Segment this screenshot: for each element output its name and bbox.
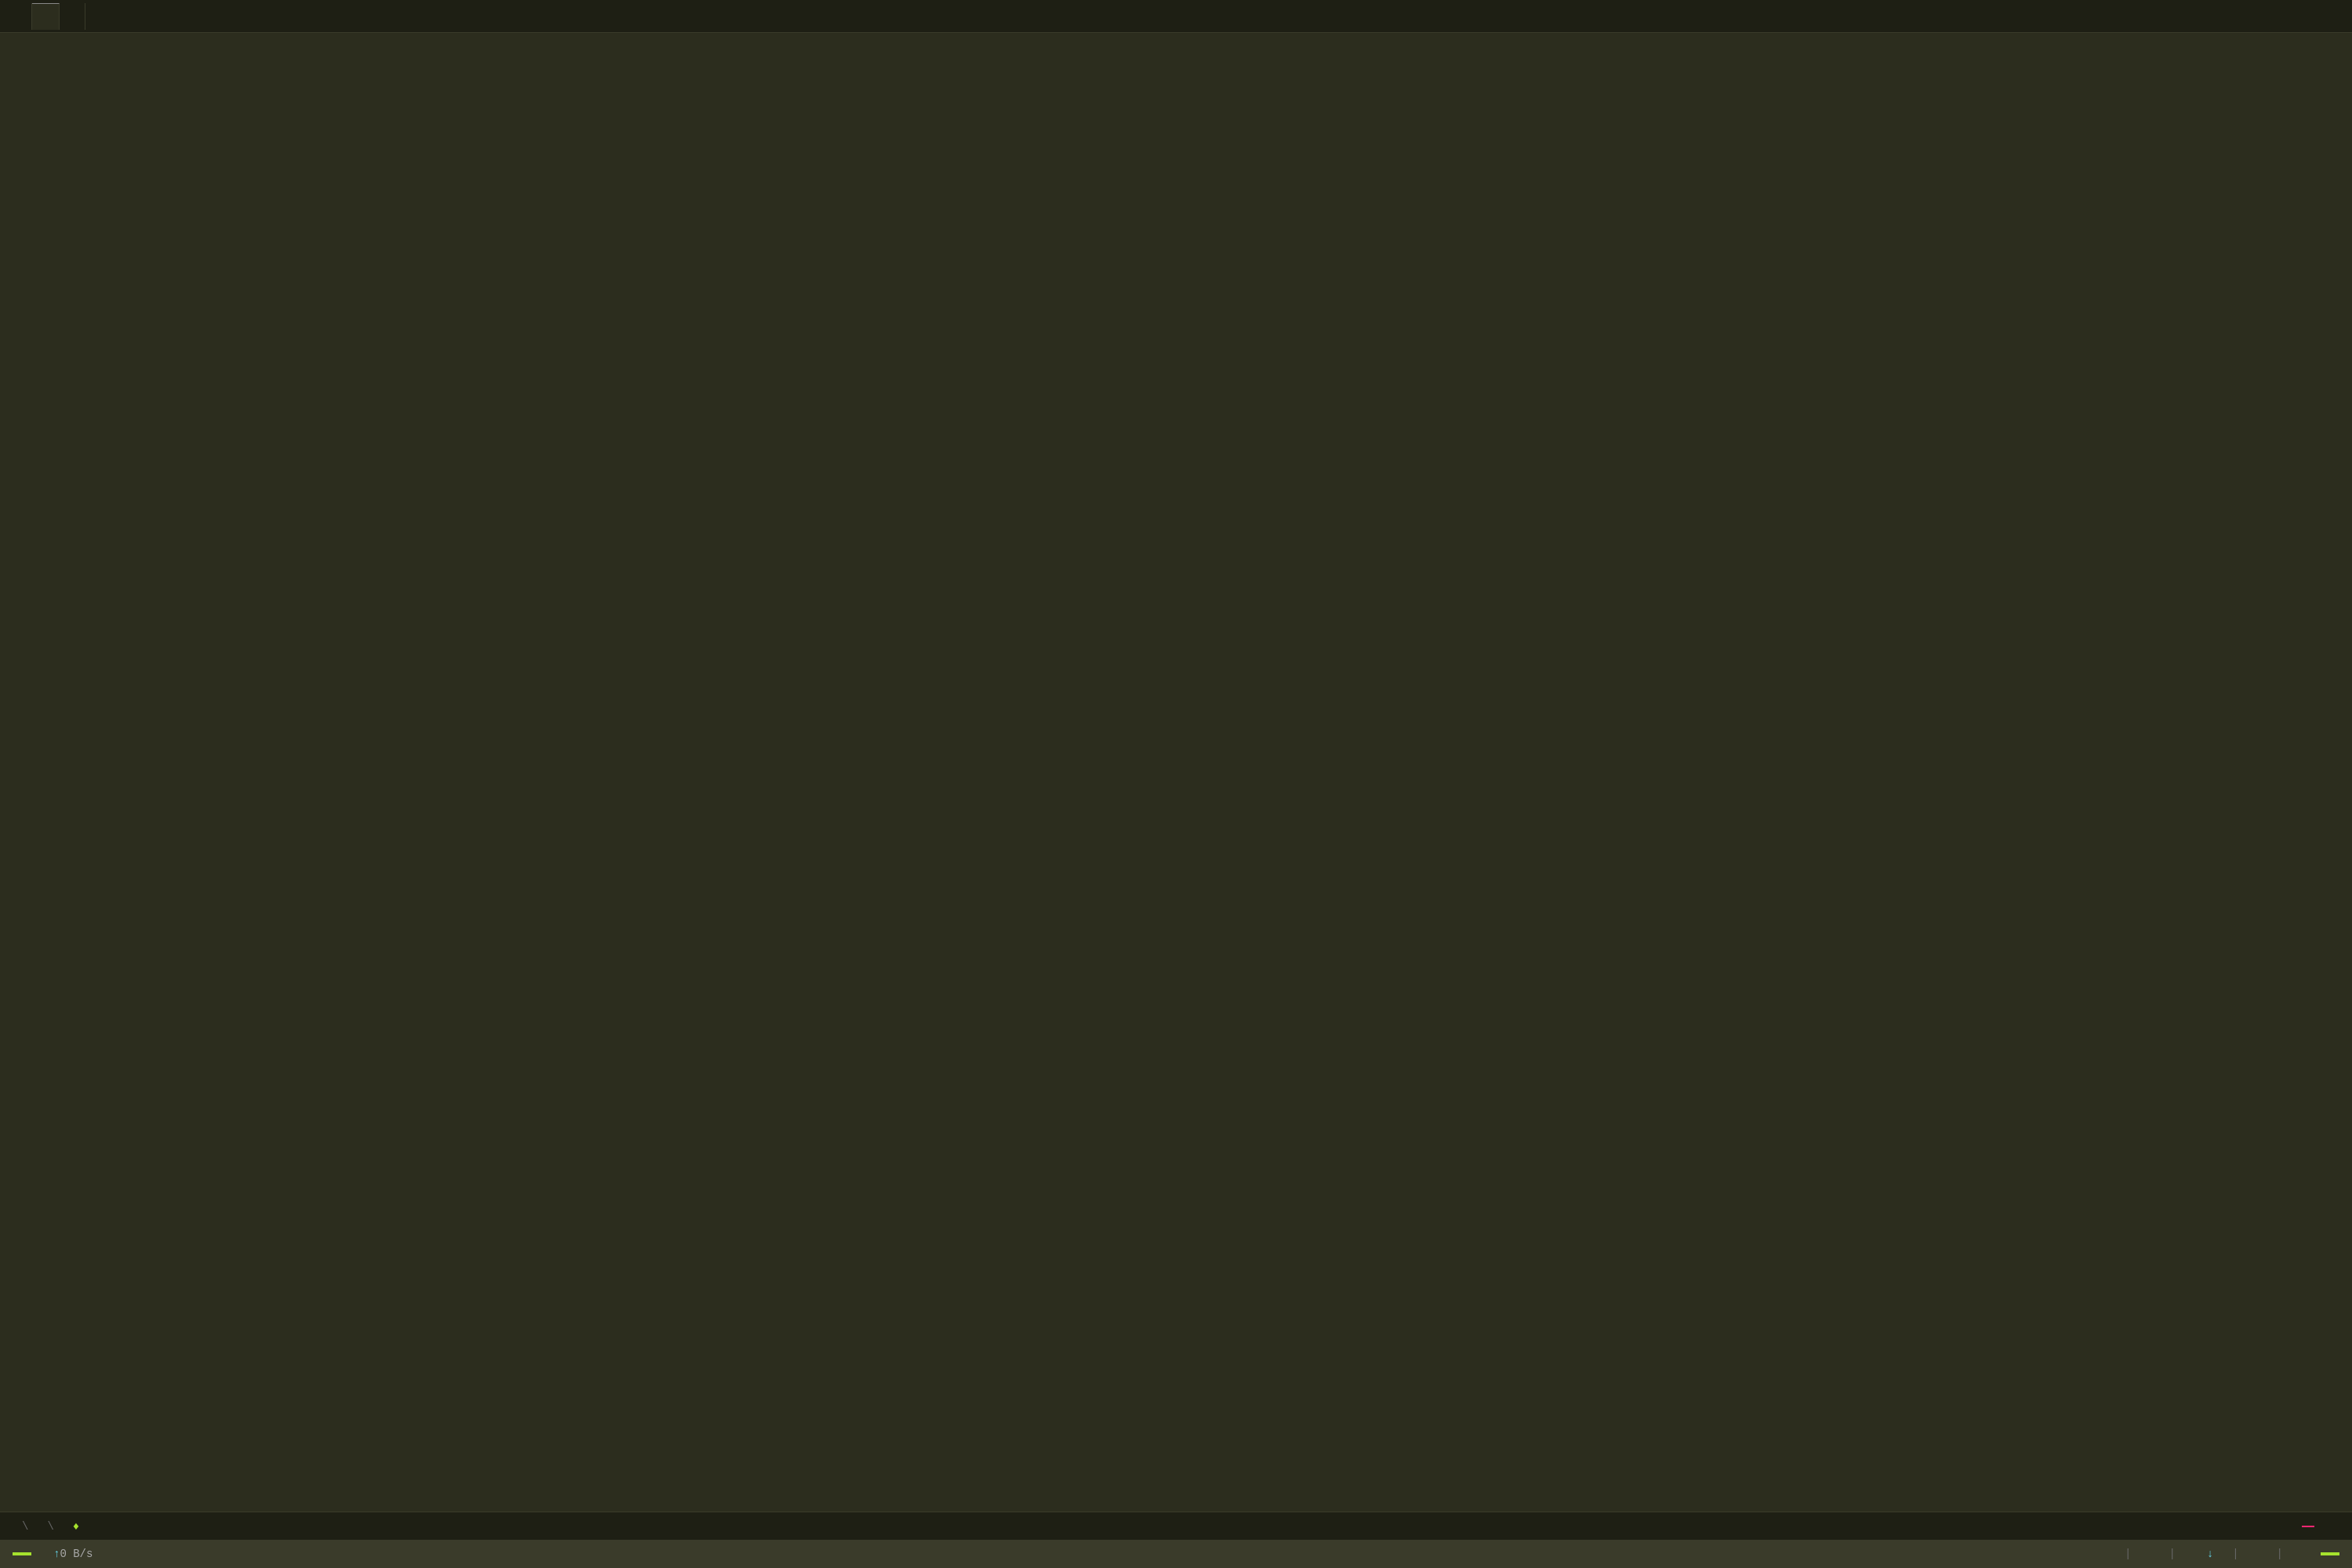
status-bar-2: ↑ 0 B/s | | ↓ | | (0, 1540, 2352, 1568)
status-plugin-icon: ♦ (73, 1520, 79, 1533)
tab-2[interactable] (32, 3, 60, 30)
tab-bar (0, 0, 2352, 33)
io-up-val: 0 B/s (60, 1548, 93, 1560)
status-right-2: | | ↓ | | (2106, 1548, 2339, 1560)
download-icon: ↓ (2207, 1548, 2213, 1560)
code-content (0, 33, 2352, 1512)
tab-1[interactable] (6, 3, 32, 30)
surface-label (2321, 1552, 2339, 1555)
error-count (2302, 1526, 2314, 1527)
status-bar-1: \ \ ♦ (0, 1512, 2352, 1540)
status-left-1: \ \ ♦ (13, 1520, 79, 1533)
status-right-1 (2277, 1526, 2339, 1527)
tab-3[interactable] (60, 3, 85, 30)
alpha-tab[interactable] (13, 1552, 31, 1555)
io-up-icon: ↑ (53, 1548, 60, 1560)
editor (0, 33, 2352, 1512)
